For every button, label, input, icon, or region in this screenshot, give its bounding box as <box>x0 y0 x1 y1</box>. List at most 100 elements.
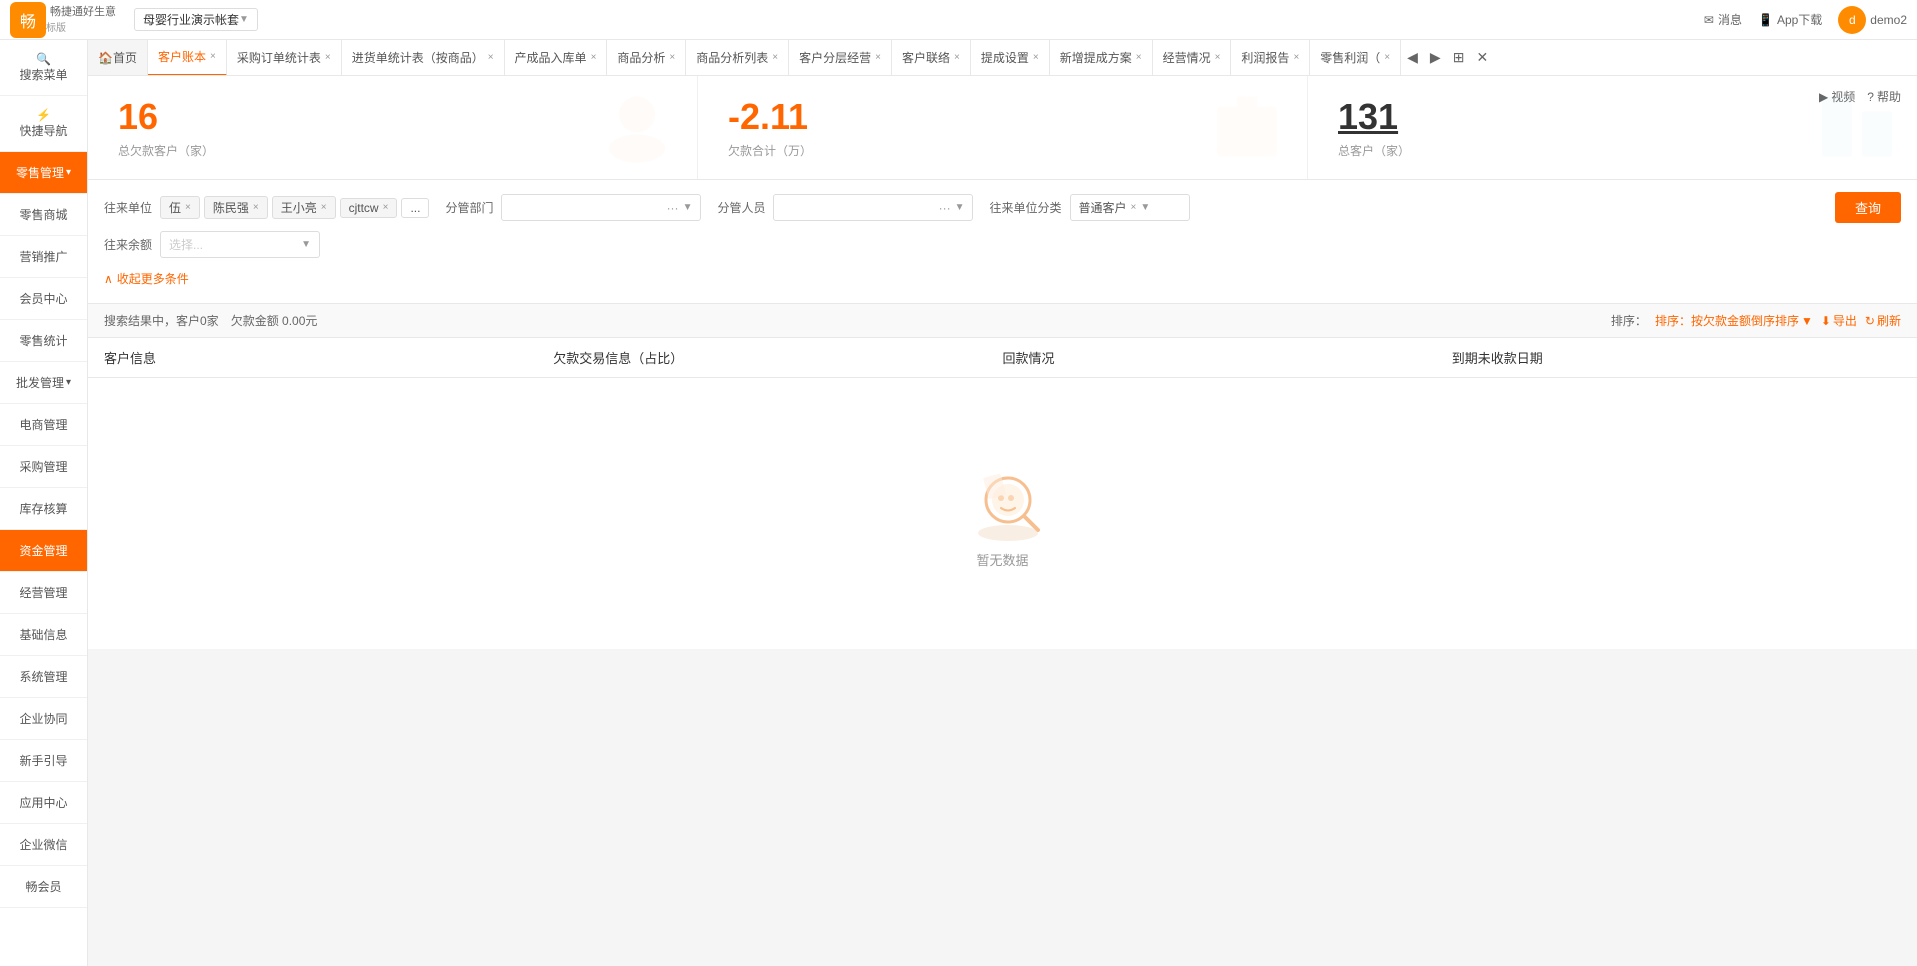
tab-expand-button[interactable]: ⊞ <box>1447 49 1471 66</box>
sidebar-item-marketing[interactable]: 营销推广 <box>0 236 87 278</box>
sidebar-item-basic-info[interactable]: 基础信息 <box>0 614 87 656</box>
sidebar-item-retail-mgmt[interactable]: 零售管理 ▾ <box>0 152 87 194</box>
filter-tag-wang-remove[interactable]: × <box>321 202 327 213</box>
filter-tag-wu[interactable]: 伍 × <box>160 196 200 219</box>
sidebar-item-app-center[interactable]: 应用中心 <box>0 782 87 824</box>
sidebar-item-enterprise-wechat[interactable]: 企业微信 <box>0 824 87 866</box>
filter-dept-select[interactable]: ··· ▼ <box>501 194 701 221</box>
sidebar-item-purchase-mgmt[interactable]: 采购管理 <box>0 446 87 488</box>
sidebar-item-ecommerce[interactable]: 电商管理 <box>0 404 87 446</box>
tab-customer-tier[interactable]: 客户分层经营 × <box>789 40 892 76</box>
tab-home-label: 首页 <box>113 49 137 66</box>
sidebar-item-finance[interactable]: 资金管理 <box>0 530 87 572</box>
sidebar-item-search[interactable]: 🔍 搜索菜单 <box>0 40 87 96</box>
sidebar-label-retail-stats: 零售统计 <box>6 332 81 349</box>
tab-operations[interactable]: 经营情况 × <box>1153 40 1232 76</box>
filter-tag-wu-remove[interactable]: × <box>185 202 191 213</box>
stat-value-total-customers: 131 <box>1338 96 1410 138</box>
avatar: d <box>1838 6 1866 34</box>
user-menu[interactable]: d demo2 <box>1838 6 1907 34</box>
filter-row-1: 往来单位 伍 × 陈民强 × 王小亮 <box>104 192 1901 223</box>
tab-production[interactable]: 产成品入库单 × <box>505 40 608 76</box>
tab-close-production[interactable]: × <box>591 52 597 63</box>
filter-label-unit: 往来单位 <box>104 199 152 216</box>
tab-close-purchase-stats[interactable]: × <box>488 52 494 63</box>
account-dropdown[interactable]: 母婴行业演示帐套 ▼ <box>134 8 258 31</box>
filter-category-select[interactable]: 普通客户 × ▼ <box>1070 194 1190 221</box>
sidebar-item-quick-nav[interactable]: ⚡ 快捷导航 <box>0 96 87 152</box>
tab-close-customer-account[interactable]: × <box>210 51 216 62</box>
filter-balance-select[interactable]: 选择... ▼ <box>160 231 320 258</box>
search-button[interactable]: 查询 <box>1835 192 1901 223</box>
tab-customer-account[interactable]: 客户账本 × <box>148 40 227 76</box>
sort-dropdown[interactable]: 排序：按欠款金额倒序排序 ▼ <box>1655 312 1813 329</box>
tab-customer-contact[interactable]: 客户联络 × <box>892 40 971 76</box>
sidebar-item-vip-member[interactable]: 畅会员 <box>0 866 87 908</box>
filter-tag-chen-label: 陈民强 <box>213 199 249 216</box>
header-payback-status: 回款情况 <box>1003 348 1452 367</box>
tab-close-retail-profit[interactable]: × <box>1384 52 1390 63</box>
tab-close-product-analysis-list[interactable]: × <box>772 52 778 63</box>
tab-close-new-promotion[interactable]: × <box>1136 52 1142 63</box>
filter-tag-cjttcw-remove[interactable]: × <box>383 202 389 213</box>
more-icon: ... <box>410 201 420 215</box>
tab-close-customer-contact[interactable]: × <box>954 52 960 63</box>
tab-new-promotion[interactable]: 新增提成方案 × <box>1050 40 1153 76</box>
dept-more-icon[interactable]: ··· <box>667 201 679 215</box>
tab-purchase-stats[interactable]: 进货单统计表（按商品） × <box>342 40 505 76</box>
tab-product-analysis[interactable]: 商品分析 × <box>607 40 686 76</box>
logo-subtitle: 标版 <box>46 19 116 34</box>
tab-purchase-orders[interactable]: 采购订单统计表 × <box>227 40 342 76</box>
sidebar-item-new-guide[interactable]: 新手引导 <box>0 740 87 782</box>
tab-product-analysis-list[interactable]: 商品分析列表 × <box>686 40 789 76</box>
stat-label-total-customers: 总客户（家） <box>1338 142 1410 159</box>
tab-close-product-analysis[interactable]: × <box>669 52 675 63</box>
refresh-icon: ↻ <box>1865 314 1875 328</box>
stat-info-2: -2.11 欠款合计（万） <box>728 96 812 159</box>
filter-tag-chen[interactable]: 陈民强 × <box>204 196 268 219</box>
tab-promotion-settings[interactable]: 提成设置 × <box>971 40 1050 76</box>
refresh-button[interactable]: ↻ 刷新 <box>1865 312 1901 329</box>
tab-close-operations[interactable]: × <box>1215 52 1221 63</box>
tab-prev-button[interactable]: ◀ <box>1401 49 1424 66</box>
sidebar-item-wholesale-mgmt[interactable]: 批发管理 ▾ <box>0 362 87 404</box>
filter-tag-wang[interactable]: 王小亮 × <box>272 196 336 219</box>
collapse-button[interactable]: ∧ 收起更多条件 <box>104 270 1901 287</box>
sidebar-label-system-mgmt: 系统管理 <box>6 668 81 685</box>
home-icon: 🏠 <box>98 51 113 65</box>
dropdown-arrow-icon: ▼ <box>239 14 249 25</box>
sidebar-item-retail-store[interactable]: 零售商城 <box>0 194 87 236</box>
sidebar-item-inventory[interactable]: 库存核算 <box>0 488 87 530</box>
dept-arrow-icon: ▼ <box>683 202 693 213</box>
stat-icon-3 <box>1817 86 1897 169</box>
filter-tag-wang-label: 王小亮 <box>281 199 317 216</box>
sidebar-item-member-center[interactable]: 会员中心 <box>0 278 87 320</box>
filter-staff-select[interactable]: ··· ▼ <box>773 194 973 221</box>
message-button[interactable]: ✉ 消息 <box>1704 11 1742 28</box>
filter-tag-more[interactable]: ... <box>401 198 429 218</box>
tab-home[interactable]: 🏠 首页 <box>88 40 148 76</box>
filter-tag-cjttcw[interactable]: cjttcw × <box>340 198 398 218</box>
tab-close-promotion-settings[interactable]: × <box>1033 52 1039 63</box>
sidebar-label-app-center: 应用中心 <box>6 794 81 811</box>
staff-more-icon[interactable]: ··· <box>939 201 951 215</box>
collapse-row: ∧ 收起更多条件 <box>104 266 1901 291</box>
filter-tag-chen-remove[interactable]: × <box>253 202 259 213</box>
tab-close-customer-tier[interactable]: × <box>875 52 881 63</box>
tab-profit-report[interactable]: 利润报告 × <box>1231 40 1310 76</box>
export-button[interactable]: ⬇ 导出 <box>1821 312 1857 329</box>
filter-category-remove[interactable]: × <box>1131 202 1137 213</box>
tab-close-purchase-orders[interactable]: × <box>325 52 331 63</box>
sidebar-item-retail-stats[interactable]: 零售统计 <box>0 320 87 362</box>
sidebar-item-enterprise-coop[interactable]: 企业协同 <box>0 698 87 740</box>
tab-next-button[interactable]: ▶ <box>1424 49 1447 66</box>
sidebar-label-finance: 资金管理 <box>6 542 81 559</box>
filter-category-tag[interactable]: 普通客户 × <box>1079 199 1137 216</box>
sidebar-item-system-mgmt[interactable]: 系统管理 <box>0 656 87 698</box>
tab-retail-profit[interactable]: 零售利润（ × <box>1310 40 1401 76</box>
tab-close-all-button[interactable]: ✕ <box>1470 49 1494 66</box>
tab-close-profit-report[interactable]: × <box>1293 52 1299 63</box>
sidebar-item-operations-mgmt[interactable]: 经营管理 <box>0 572 87 614</box>
app-download-button[interactable]: 📱 App下载 <box>1758 11 1822 28</box>
tab-product-analysis-list-label: 商品分析列表 <box>696 49 768 66</box>
